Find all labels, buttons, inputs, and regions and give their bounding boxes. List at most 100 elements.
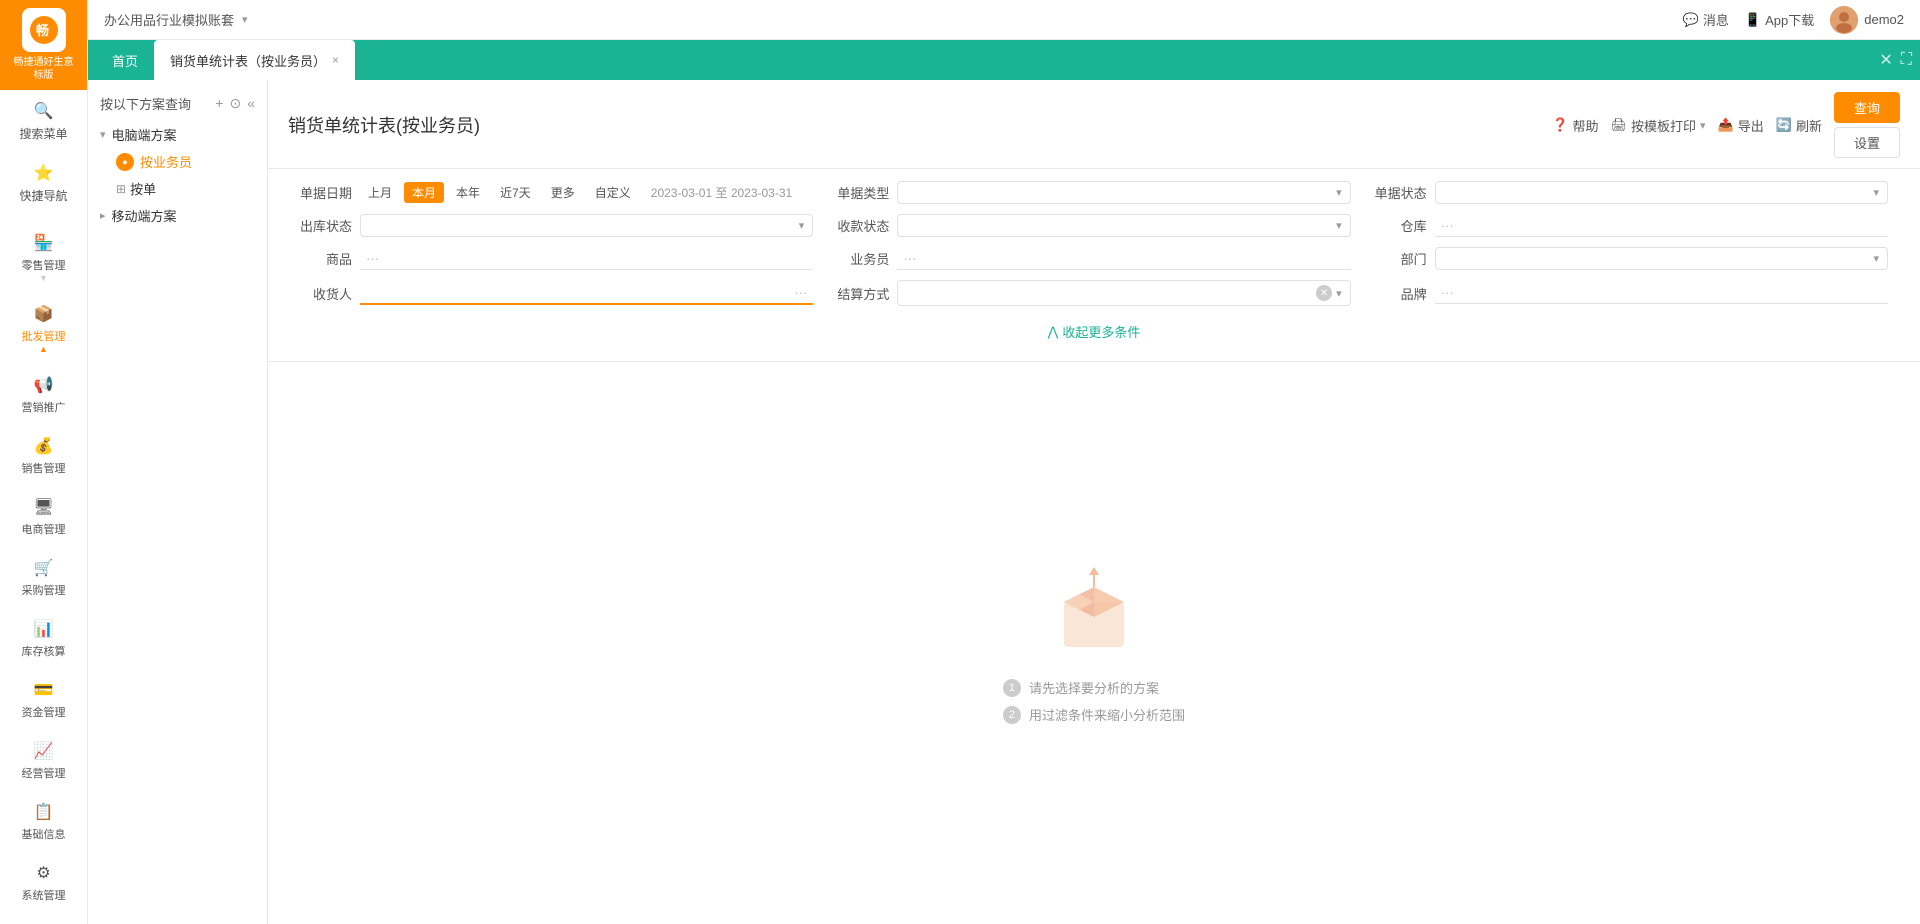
tab-label: 销货单统计表（按业务员）	[170, 51, 326, 70]
empty-tip-2: 2 用过滤条件来缩小分析范围	[1003, 705, 1185, 724]
salesperson-label: 业务员	[825, 249, 897, 268]
stock-status-arrow: ▾	[799, 219, 805, 232]
date-tab-this-year[interactable]: 本年	[448, 182, 488, 203]
sidebar-item-operations[interactable]: 📈 经营管理	[0, 730, 87, 791]
marketing-icon: 📢	[33, 374, 55, 396]
basics-icon: 📋	[33, 801, 55, 823]
refresh-btn[interactable]: 🔄 刷新	[1776, 116, 1822, 135]
settings-button[interactable]: 设置	[1834, 127, 1900, 158]
sidebar-item-finance[interactable]: 💳 资金管理	[0, 669, 87, 730]
pay-status-select[interactable]: ▾	[897, 214, 1350, 237]
filter-row-1: 单据日期 上月 本月 本年 近7天 更多 自定义 2023-03-01 至 20…	[288, 181, 1900, 204]
payment-method-clear-btn[interactable]: ✕	[1316, 285, 1332, 301]
payment-method-label: 结算方式	[825, 284, 897, 303]
goods-input[interactable]: ···	[360, 248, 813, 270]
filter-area: 单据日期 上月 本月 本年 近7天 更多 自定义 2023-03-01 至 20…	[268, 169, 1920, 362]
left-panel: 按以下方案查询 + ⊙ « ▾ 电脑端方案 ● 按业务员 ⊞ 按单	[88, 80, 268, 924]
search-icon: 🔍	[33, 100, 55, 122]
tree-item-by-salesperson[interactable]: ● 按业务员	[88, 148, 267, 175]
top-bar-right: 💬 消息 📱 App下载 demo2	[1683, 6, 1904, 34]
sidebar-item-wholesale[interactable]: 📦 批发管理 ▲	[0, 293, 87, 364]
svg-text:畅: 畅	[36, 23, 49, 38]
filter-row-2: 出库状态 ▾ 收款状态 ▾ 仓库 ···	[288, 214, 1900, 237]
top-bar-title: 办公用品行业模拟账套	[104, 10, 234, 29]
empty-tips: 1 请先选择要分析的方案 2 用过滤条件来缩小分析范围	[1003, 678, 1185, 724]
warehouse-input[interactable]: ···	[1435, 215, 1888, 237]
tree-group-label: 电脑端方案	[112, 125, 177, 144]
department-label: 部门	[1363, 249, 1435, 268]
sidebar-item-purchase[interactable]: 🛒 采购管理	[0, 547, 87, 608]
tree-group-mobile-label: 移动端方案	[112, 206, 177, 225]
export-btn[interactable]: 📤 导出	[1718, 116, 1764, 135]
tree-group-desktop[interactable]: ▾ 电脑端方案	[88, 121, 267, 148]
brand-input[interactable]: ···	[1435, 282, 1888, 304]
salesperson-placeholder: ···	[903, 251, 1344, 266]
tree-item-label: 按业务员	[140, 152, 192, 171]
receiver-input[interactable]: ···	[360, 282, 813, 305]
tree-group-mobile[interactable]: ▸ 移动端方案	[88, 202, 267, 229]
topbar-dropdown-arrow[interactable]: ▾	[242, 13, 248, 26]
edit-scheme-btn[interactable]: ⊙	[229, 95, 241, 112]
tab-maximize-btn[interactable]: ⛶	[1901, 51, 1912, 69]
stock-status-select[interactable]: ▾	[360, 214, 813, 237]
date-tabs: 上月 本月 本年 近7天 更多 自定义	[360, 182, 639, 203]
sidebar-item-sales[interactable]: 💰 销售管理	[0, 425, 87, 486]
date-tab-custom[interactable]: 自定义	[587, 182, 639, 203]
collapse-chevron-icon: ⋀	[1048, 324, 1059, 340]
filter-row-3: 商品 ··· 业务员 ··· 部门 ▾	[288, 247, 1900, 270]
add-scheme-btn[interactable]: +	[215, 95, 223, 112]
doc-status-select[interactable]: ▾	[1435, 181, 1888, 204]
receiver-field[interactable]	[366, 285, 794, 300]
collapse-row: ⋀ 收起更多条件	[288, 314, 1900, 349]
date-tab-7days[interactable]: 近7天	[492, 182, 539, 203]
download-icon: 📱	[1745, 12, 1761, 28]
help-btn[interactable]: ❓ 帮助	[1552, 116, 1598, 135]
action-buttons: 查询 设置	[1834, 92, 1900, 158]
wholesale-icon: 📦	[33, 303, 55, 325]
query-button[interactable]: 查询	[1834, 92, 1900, 123]
tab-close-btn[interactable]: ×	[332, 53, 339, 67]
brand-placeholder: ···	[1441, 285, 1882, 300]
inventory-icon: 📊	[33, 618, 55, 640]
sidebar-item-quicknav[interactable]: ⭐ 快捷导航	[0, 152, 87, 214]
warehouse-placeholder: ···	[1441, 218, 1882, 233]
tab-home[interactable]: 首页	[96, 40, 154, 80]
sidebar-item-ecommerce[interactable]: 🖥 电商管理	[0, 486, 87, 547]
export-icon: 📤	[1718, 117, 1734, 133]
retail-icon: 🏪	[33, 232, 55, 254]
empty-illustration	[1044, 562, 1144, 662]
payment-method-select[interactable]: ✕ ▾	[897, 280, 1350, 306]
sidebar-item-marketing[interactable]: 📢 营销推广	[0, 364, 87, 425]
receiver-dots: ···	[794, 285, 807, 300]
sidebar-item-enterprise[interactable]: 👥 企业协同	[0, 913, 87, 924]
system-icon: ⚙	[33, 862, 55, 884]
print-icon: 🖨	[1611, 117, 1628, 133]
date-tab-last-month[interactable]: 上月	[360, 182, 400, 203]
message-btn[interactable]: 💬 消息	[1683, 10, 1729, 29]
sidebar-item-retail[interactable]: 🏪 零售管理 ▼	[0, 222, 87, 293]
sidebar-item-inventory[interactable]: 📊 库存核算	[0, 608, 87, 669]
tip-num-1: 1	[1003, 679, 1021, 697]
print-dropdown-icon: ▾	[1700, 119, 1706, 132]
sidebar-item-basics[interactable]: 📋 基础信息	[0, 791, 87, 852]
salesperson-input[interactable]: ···	[897, 248, 1350, 270]
doc-type-select[interactable]: ▾	[897, 181, 1350, 204]
collapse-btn[interactable]: ⋀ 收起更多条件	[288, 318, 1900, 345]
app-download-btn[interactable]: 📱 App下载	[1745, 10, 1814, 29]
sidebar-item-system[interactable]: ⚙ 系统管理	[0, 852, 87, 913]
empty-tip-1: 1 请先选择要分析的方案	[1003, 678, 1185, 697]
date-tab-more[interactable]: 更多	[543, 182, 583, 203]
tab-close-window-btn[interactable]: ✕	[1879, 50, 1892, 70]
page-title: 销货单统计表(按业务员)	[288, 112, 480, 138]
user-avatar-btn[interactable]: demo2	[1830, 6, 1904, 34]
tree-item-label2: 按单	[130, 179, 156, 198]
tab-current[interactable]: 销货单统计表（按业务员） ×	[154, 40, 355, 80]
department-select[interactable]: ▾	[1435, 247, 1888, 270]
print-btn[interactable]: 🖨 按模板打印 ▾	[1611, 116, 1706, 135]
tree-item-by-order[interactable]: ⊞ 按单	[88, 175, 267, 202]
purchase-icon: 🛒	[33, 557, 55, 579]
tree-item-icon: ⊞	[116, 182, 126, 196]
sidebar-item-search[interactable]: 🔍 搜索菜单	[0, 90, 87, 152]
collapse-panel-btn[interactable]: «	[247, 95, 255, 112]
date-tab-this-month[interactable]: 本月	[404, 182, 444, 203]
